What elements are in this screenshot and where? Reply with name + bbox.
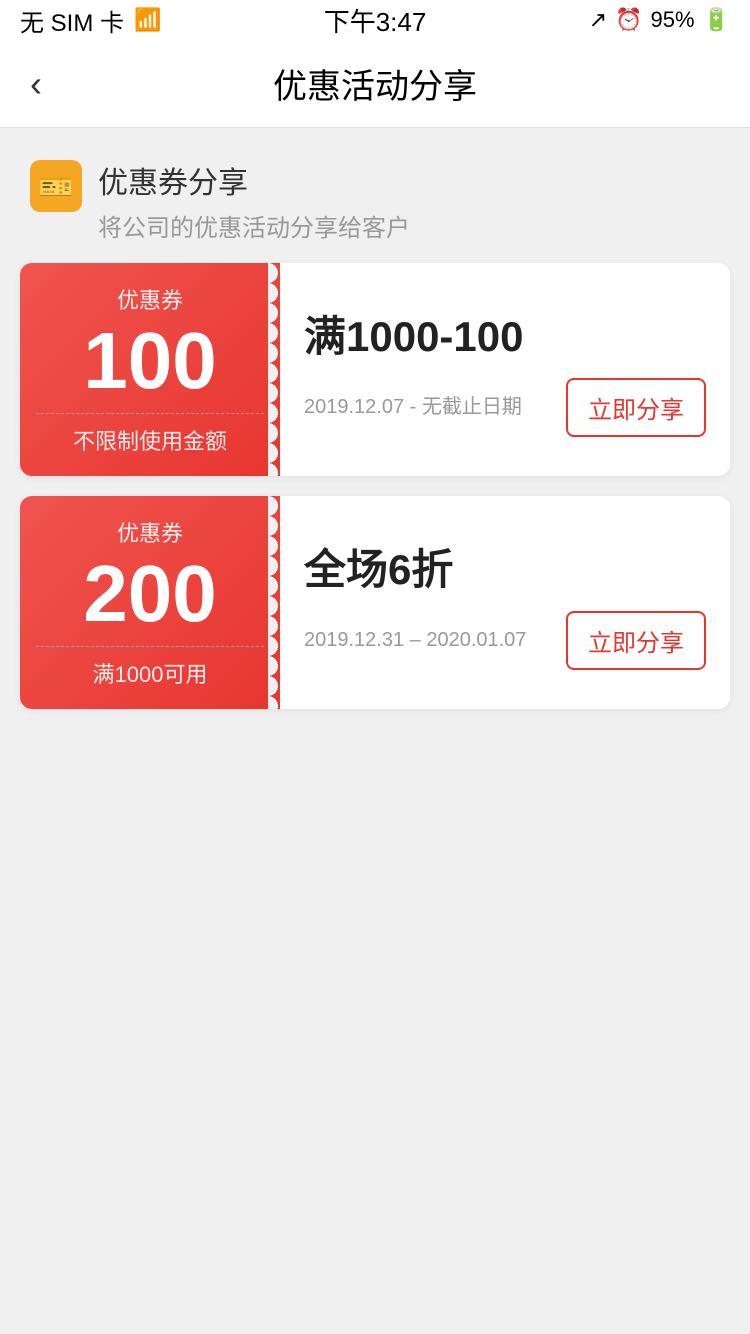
- coupon-condition-1: 不限制使用金额: [73, 424, 227, 456]
- status-bar: 无 SIM 卡 📶 下午3:47 ↗ ⏰ 95% 🔋: [0, 0, 750, 40]
- coupon-divider-2: [36, 646, 264, 647]
- status-time: 下午3:47: [324, 2, 427, 39]
- location-icon: ↗: [589, 7, 607, 33]
- section-text: 优惠券分享 将公司的优惠活动分享给客户: [98, 158, 410, 243]
- coupon-date-1: 2019.12.07 - 无截止日期: [304, 393, 554, 421]
- coupon-card-2: 优惠券 200 满1000可用 全场6折 2019.12.31 – 2020.0…: [20, 496, 730, 709]
- section-icon: 🎫: [30, 160, 82, 212]
- coupon-footer-1: 2019.12.07 - 无截止日期 立即分享: [304, 378, 706, 437]
- section-heading: 优惠券分享: [98, 158, 410, 202]
- coupon-left-2: 优惠券 200 满1000可用: [20, 496, 280, 709]
- status-right: ↗ ⏰ 95% 🔋: [589, 7, 730, 33]
- battery-icon: 🔋: [703, 7, 730, 33]
- coupon-condition-2: 满1000可用: [93, 657, 208, 689]
- coupon-amount-2: 200: [83, 554, 216, 634]
- coupon-right-2: 全场6折 2019.12.31 – 2020.01.07 立即分享: [280, 496, 730, 709]
- coupon-card-1: 优惠券 100 不限制使用金额 满1000-100 2019.12.07 - 无…: [20, 263, 730, 476]
- coupon-date-2: 2019.12.31 – 2020.01.07: [304, 626, 554, 654]
- battery-level: 95%: [651, 7, 695, 33]
- coupon-title-2: 全场6折: [304, 536, 706, 597]
- status-carrier: 无 SIM 卡 📶: [20, 3, 161, 38]
- coupon-divider-1: [36, 413, 264, 414]
- nav-bar: ‹ 优惠活动分享: [0, 40, 750, 128]
- coupon-label-1: 优惠券: [117, 283, 183, 315]
- share-button-1[interactable]: 立即分享: [566, 378, 706, 437]
- section-subheading: 将公司的优惠活动分享给客户: [98, 208, 410, 243]
- page-title: 优惠活动分享: [273, 59, 477, 108]
- wifi-icon: 📶: [134, 7, 161, 33]
- coupon-footer-2: 2019.12.31 – 2020.01.07 立即分享: [304, 611, 706, 670]
- section-header: 🎫 优惠券分享 将公司的优惠活动分享给客户: [0, 128, 750, 263]
- coupon-title-1: 满1000-100: [304, 303, 706, 364]
- coupon-right-1: 满1000-100 2019.12.07 - 无截止日期 立即分享: [280, 263, 730, 476]
- empty-area: [0, 729, 750, 1229]
- coupon-amount-1: 100: [83, 321, 216, 401]
- coupon-left-1: 优惠券 100 不限制使用金额: [20, 263, 280, 476]
- coupon-list: 优惠券 100 不限制使用金额 满1000-100 2019.12.07 - 无…: [0, 263, 750, 729]
- share-button-2[interactable]: 立即分享: [566, 611, 706, 670]
- coupon-label-2: 优惠券: [117, 516, 183, 548]
- back-button[interactable]: ‹: [30, 63, 42, 105]
- alarm-icon: ⏰: [615, 7, 642, 33]
